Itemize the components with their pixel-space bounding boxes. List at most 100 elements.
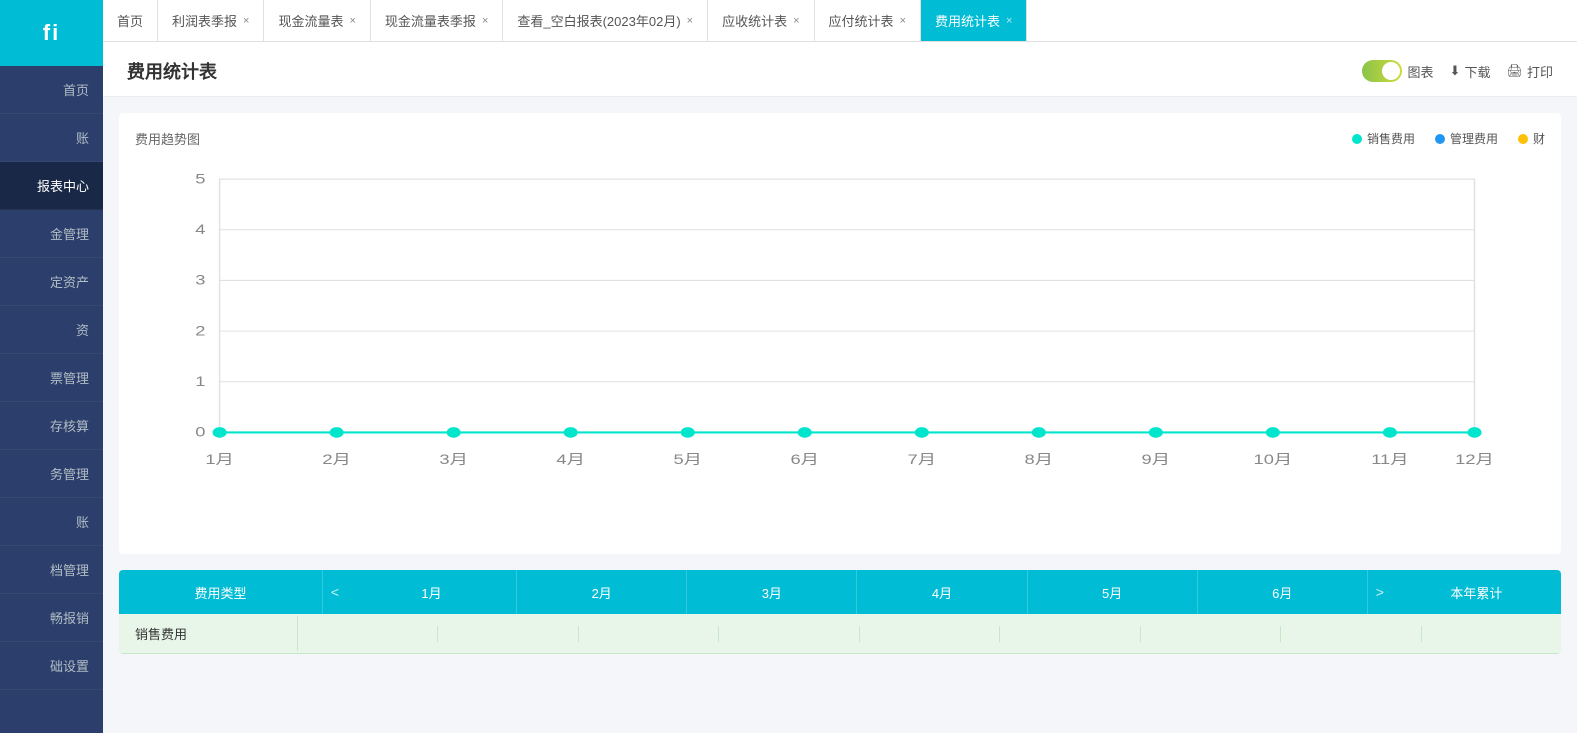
legend-sales: 销售费用 xyxy=(1352,130,1415,147)
tab-payable[interactable]: 应付统计表 × xyxy=(815,0,921,41)
sidebar-item-inventory[interactable]: 存核算 xyxy=(0,402,103,450)
tab-home[interactable]: 首页 xyxy=(103,0,158,41)
svg-text:1: 1 xyxy=(195,374,205,389)
chart-toggle-label: 图表 xyxy=(1408,62,1434,81)
legend-label-finance: 财 xyxy=(1533,130,1545,147)
close-tab-cashflow-quarterly[interactable]: × xyxy=(482,15,488,27)
th-month6: 6月 xyxy=(1198,570,1368,614)
td-type: 销售费用 xyxy=(119,616,298,651)
legend-label-sales: 销售费用 xyxy=(1367,130,1415,147)
download-icon: ⬇ xyxy=(1450,63,1461,79)
td-total xyxy=(1422,626,1561,642)
tab-blank-report[interactable]: 查看_空白报表(2023年02月) × xyxy=(503,0,708,41)
sidebar-item-ledger[interactable]: 账 xyxy=(0,498,103,546)
sidebar-item-settings[interactable]: 础设置 xyxy=(0,642,103,690)
sidebar-item-reports[interactable]: 报表中心 xyxy=(0,162,103,210)
sidebar-item-home[interactable]: 首页 xyxy=(0,66,103,114)
svg-text:10月: 10月 xyxy=(1254,452,1293,467)
legend-dot-admin xyxy=(1435,134,1445,144)
svg-text:3月: 3月 xyxy=(439,452,468,467)
sidebar-item-expense[interactable]: 畅报销 xyxy=(0,594,103,642)
chart-title: 费用趋势图 xyxy=(135,129,200,148)
th-month3: 3月 xyxy=(687,570,857,614)
table-section: 费用类型 < 1月 2月 3月 4月 5月 6月 xyxy=(119,570,1561,654)
th-total: 本年累计 xyxy=(1392,570,1561,614)
legend-admin: 管理费用 xyxy=(1435,130,1498,147)
sidebar-item-account[interactable]: 账 xyxy=(0,114,103,162)
header-actions: 图表 ⬇ 下载 🖨 打印 xyxy=(1362,60,1553,82)
chart-container: 5 4 3 2 1 0 xyxy=(135,158,1545,538)
chart-header: 费用趋势图 销售费用 管理费用 财 xyxy=(135,129,1545,148)
close-tab-receivable[interactable]: × xyxy=(793,15,799,27)
sidebar-item-assets[interactable]: 定资产 xyxy=(0,258,103,306)
tab-cashflow-quarterly[interactable]: 现金流量表季报 × xyxy=(371,0,503,41)
th-month2: 2月 xyxy=(517,570,687,614)
close-tab-expense-stats[interactable]: × xyxy=(1006,15,1012,27)
close-tab-profit[interactable]: × xyxy=(243,15,249,27)
svg-text:9月: 9月 xyxy=(1142,452,1171,467)
print-label: 打印 xyxy=(1527,62,1553,81)
chart-toggle-wrap: 图表 xyxy=(1362,60,1434,82)
table-row: 销售费用 xyxy=(119,614,1561,654)
svg-text:1月: 1月 xyxy=(205,452,234,467)
th-type: 费用类型 xyxy=(119,570,323,614)
svg-text:4月: 4月 xyxy=(556,452,585,467)
td-spacer2 xyxy=(1281,626,1421,642)
page-header: 费用统计表 图表 ⬇ 下载 🖨 打印 xyxy=(103,42,1577,97)
chart-toggle[interactable] xyxy=(1362,60,1402,82)
sidebar-logo: fi xyxy=(0,0,103,66)
prev-month-button[interactable]: < xyxy=(323,584,347,600)
sidebar-item-capital[interactable]: 资 xyxy=(0,306,103,354)
svg-text:4: 4 xyxy=(195,222,205,237)
th-month4: 4月 xyxy=(857,570,1027,614)
svg-text:5月: 5月 xyxy=(673,452,702,467)
svg-text:12月: 12月 xyxy=(1455,452,1494,467)
tab-bar: 首页 利润表季报 × 现金流量表 × 现金流量表季报 × 查看_空白报表(202… xyxy=(103,0,1577,42)
svg-text:2月: 2月 xyxy=(322,452,351,467)
svg-text:7月: 7月 xyxy=(908,452,937,467)
svg-text:11月: 11月 xyxy=(1371,452,1408,467)
tab-profit[interactable]: 利润表季报 × xyxy=(158,0,264,41)
td-m3 xyxy=(719,626,859,642)
main-area: 首页 利润表季报 × 现金流量表 × 现金流量表季报 × 查看_空白报表(202… xyxy=(103,0,1577,733)
td-m2 xyxy=(579,626,719,642)
download-button[interactable]: ⬇ 下载 xyxy=(1450,62,1491,81)
legend-dot-finance xyxy=(1518,134,1528,144)
print-icon: 🖨 xyxy=(1506,63,1523,79)
th-month5: 5月 xyxy=(1028,570,1198,614)
td-m1 xyxy=(438,626,578,642)
svg-text:2: 2 xyxy=(195,323,205,338)
close-tab-blank-report[interactable]: × xyxy=(687,15,693,27)
sidebar: fi 首页 账 报表中心 金管理 定资产 资 票管理 存核算 务管理 账 档管理… xyxy=(0,0,103,733)
download-label: 下载 xyxy=(1464,62,1490,81)
sidebar-item-cash[interactable]: 金管理 xyxy=(0,210,103,258)
tab-expense-stats[interactable]: 费用统计表 × xyxy=(921,0,1027,41)
td-m4 xyxy=(860,626,1000,642)
next-month-button[interactable]: > xyxy=(1368,584,1392,600)
content-area: 费用统计表 图表 ⬇ 下载 🖨 打印 费用趋势图 xyxy=(103,42,1577,733)
td-m5 xyxy=(1000,626,1140,642)
legend-label-admin: 管理费用 xyxy=(1450,130,1498,147)
chart-svg: 5 4 3 2 1 0 xyxy=(135,158,1545,538)
close-tab-cashflow[interactable]: × xyxy=(349,15,355,27)
sidebar-item-archive[interactable]: 档管理 xyxy=(0,546,103,594)
svg-text:5: 5 xyxy=(195,171,205,186)
tab-cashflow[interactable]: 现金流量表 × xyxy=(264,0,370,41)
print-button[interactable]: 🖨 打印 xyxy=(1506,62,1553,81)
legend-dot-sales xyxy=(1352,134,1362,144)
td-spacer xyxy=(298,626,438,642)
th-month1: 1月 xyxy=(347,570,517,614)
tab-receivable[interactable]: 应收统计表 × xyxy=(708,0,814,41)
svg-text:6月: 6月 xyxy=(790,452,819,467)
close-tab-payable[interactable]: × xyxy=(900,15,906,27)
chart-section: 费用趋势图 销售费用 管理费用 财 xyxy=(119,113,1561,554)
legend-finance: 财 xyxy=(1518,130,1545,147)
sidebar-item-invoices[interactable]: 票管理 xyxy=(0,354,103,402)
chart-legend: 销售费用 管理费用 财 xyxy=(1352,130,1545,147)
td-m6 xyxy=(1141,626,1281,642)
svg-text:8月: 8月 xyxy=(1025,452,1054,467)
svg-text:3: 3 xyxy=(195,273,205,288)
sidebar-item-services[interactable]: 务管理 xyxy=(0,450,103,498)
page-title: 费用统计表 xyxy=(127,58,217,84)
table-header-row: 费用类型 < 1月 2月 3月 4月 5月 6月 xyxy=(119,570,1561,614)
